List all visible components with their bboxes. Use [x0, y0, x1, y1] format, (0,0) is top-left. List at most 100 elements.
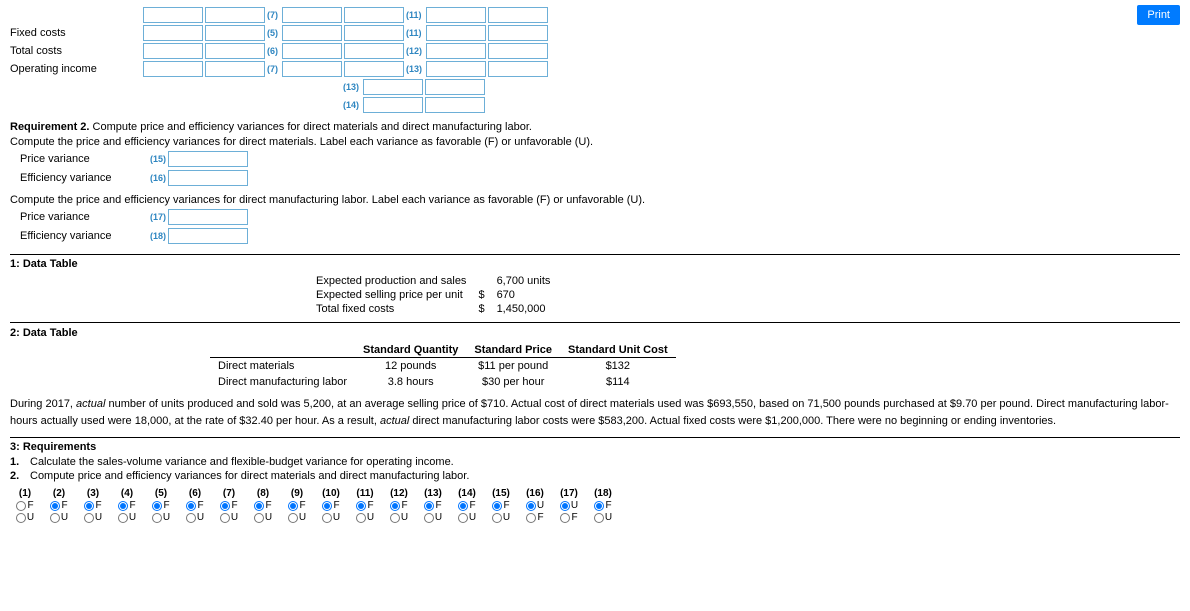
radio-15-f[interactable]: F [492, 500, 509, 511]
radio-6-f-input[interactable] [186, 501, 196, 511]
input-fc-2[interactable] [205, 25, 265, 41]
radio-2-f[interactable]: F [50, 500, 67, 511]
input-tc-5[interactable] [426, 43, 486, 59]
radio-2-f-input[interactable] [50, 501, 60, 511]
radio-11-f-input[interactable] [356, 501, 366, 511]
radio-5-u[interactable]: U [152, 512, 170, 523]
radio-7-u-input[interactable] [220, 513, 230, 523]
radio-17-u[interactable]: U [560, 500, 578, 511]
radio-13-f-input[interactable] [424, 501, 434, 511]
radio-18-f[interactable]: F [594, 500, 611, 511]
radio-1-f-input[interactable] [16, 501, 26, 511]
radio-16-u-input[interactable] [526, 501, 536, 511]
radio-10-f-input[interactable] [322, 501, 332, 511]
input-tc-3[interactable] [282, 43, 342, 59]
radio-12-f-input[interactable] [390, 501, 400, 511]
print-button[interactable]: Print [1137, 5, 1180, 25]
radio-1-u-input[interactable] [16, 513, 26, 523]
radio-9-f[interactable]: F [288, 500, 305, 511]
input-oi-3[interactable] [282, 61, 342, 77]
radio-14-u[interactable]: U [458, 512, 476, 523]
dml-price-variance-input[interactable] [168, 209, 248, 225]
radio-11-f[interactable]: F [356, 500, 373, 511]
radio-11-u[interactable]: U [356, 512, 374, 523]
radio-17-f-input[interactable] [560, 513, 570, 523]
input-dml-3[interactable] [282, 7, 342, 23]
input-dml-5[interactable] [426, 7, 486, 23]
radio-17-f[interactable]: F [560, 512, 577, 523]
radio-18-u[interactable]: U [594, 512, 612, 523]
radio-8-u[interactable]: U [254, 512, 272, 523]
radio-18-f-input[interactable] [594, 501, 604, 511]
input-fc-6[interactable] [488, 25, 548, 41]
radio-6-u[interactable]: U [186, 512, 204, 523]
radio-3-f-input[interactable] [84, 501, 94, 511]
input-extra-2[interactable] [425, 79, 485, 95]
radio-6-f[interactable]: F [186, 500, 203, 511]
input-dml-1[interactable] [143, 7, 203, 23]
input-fc-5[interactable] [426, 25, 486, 41]
input-extra-4[interactable] [425, 97, 485, 113]
radio-9-u-input[interactable] [288, 513, 298, 523]
radio-4-f-input[interactable] [118, 501, 128, 511]
input-oi-2[interactable] [205, 61, 265, 77]
radio-2-u-input[interactable] [50, 513, 60, 523]
radio-4-u[interactable]: U [118, 512, 136, 523]
radio-3-f[interactable]: F [84, 500, 101, 511]
radio-15-f-input[interactable] [492, 501, 502, 511]
radio-10-u[interactable]: U [322, 512, 340, 523]
input-oi-6[interactable] [488, 61, 548, 77]
radio-14-f[interactable]: F [458, 500, 475, 511]
input-dml-2[interactable] [205, 7, 265, 23]
input-extra-3[interactable] [363, 97, 423, 113]
input-fc-3[interactable] [282, 25, 342, 41]
radio-8-u-input[interactable] [254, 513, 264, 523]
dm-price-variance-input[interactable] [168, 151, 248, 167]
input-dml-4[interactable] [344, 7, 404, 23]
input-fc-1[interactable] [143, 25, 203, 41]
radio-12-f[interactable]: F [390, 500, 407, 511]
radio-10-u-input[interactable] [322, 513, 332, 523]
radio-14-f-input[interactable] [458, 501, 468, 511]
radio-10-f[interactable]: F [322, 500, 339, 511]
radio-1-f[interactable]: F [16, 500, 33, 511]
radio-16-f[interactable]: F [526, 512, 543, 523]
dml-efficiency-variance-input[interactable] [168, 228, 248, 244]
radio-6-u-input[interactable] [186, 513, 196, 523]
radio-5-f[interactable]: F [152, 500, 169, 511]
radio-13-u[interactable]: U [424, 512, 442, 523]
radio-5-f-input[interactable] [152, 501, 162, 511]
radio-2-u[interactable]: U [50, 512, 68, 523]
radio-5-u-input[interactable] [152, 513, 162, 523]
radio-7-f-input[interactable] [220, 501, 230, 511]
radio-16-u[interactable]: U [526, 500, 544, 511]
radio-9-f-input[interactable] [288, 501, 298, 511]
radio-13-u-input[interactable] [424, 513, 434, 523]
input-oi-5[interactable] [426, 61, 486, 77]
radio-15-u[interactable]: U [492, 512, 510, 523]
radio-13-f[interactable]: F [424, 500, 441, 511]
radio-14-u-input[interactable] [458, 513, 468, 523]
radio-7-u[interactable]: U [220, 512, 238, 523]
radio-8-f-input[interactable] [254, 501, 264, 511]
input-fc-4[interactable] [344, 25, 404, 41]
radio-9-u[interactable]: U [288, 512, 306, 523]
radio-8-f[interactable]: F [254, 500, 271, 511]
input-tc-6[interactable] [488, 43, 548, 59]
dm-efficiency-variance-input[interactable] [168, 170, 248, 186]
radio-4-u-input[interactable] [118, 513, 128, 523]
input-dml-6[interactable] [488, 7, 548, 23]
radio-1-u[interactable]: U [16, 512, 34, 523]
radio-12-u-input[interactable] [390, 513, 400, 523]
input-tc-1[interactable] [143, 43, 203, 59]
radio-3-u-input[interactable] [84, 513, 94, 523]
radio-16-f-input[interactable] [526, 513, 536, 523]
radio-15-u-input[interactable] [492, 513, 502, 523]
input-oi-1[interactable] [143, 61, 203, 77]
input-tc-2[interactable] [205, 43, 265, 59]
input-oi-4[interactable] [344, 61, 404, 77]
radio-17-u-input[interactable] [560, 501, 570, 511]
radio-11-u-input[interactable] [356, 513, 366, 523]
radio-7-f[interactable]: F [220, 500, 237, 511]
input-tc-4[interactable] [344, 43, 404, 59]
